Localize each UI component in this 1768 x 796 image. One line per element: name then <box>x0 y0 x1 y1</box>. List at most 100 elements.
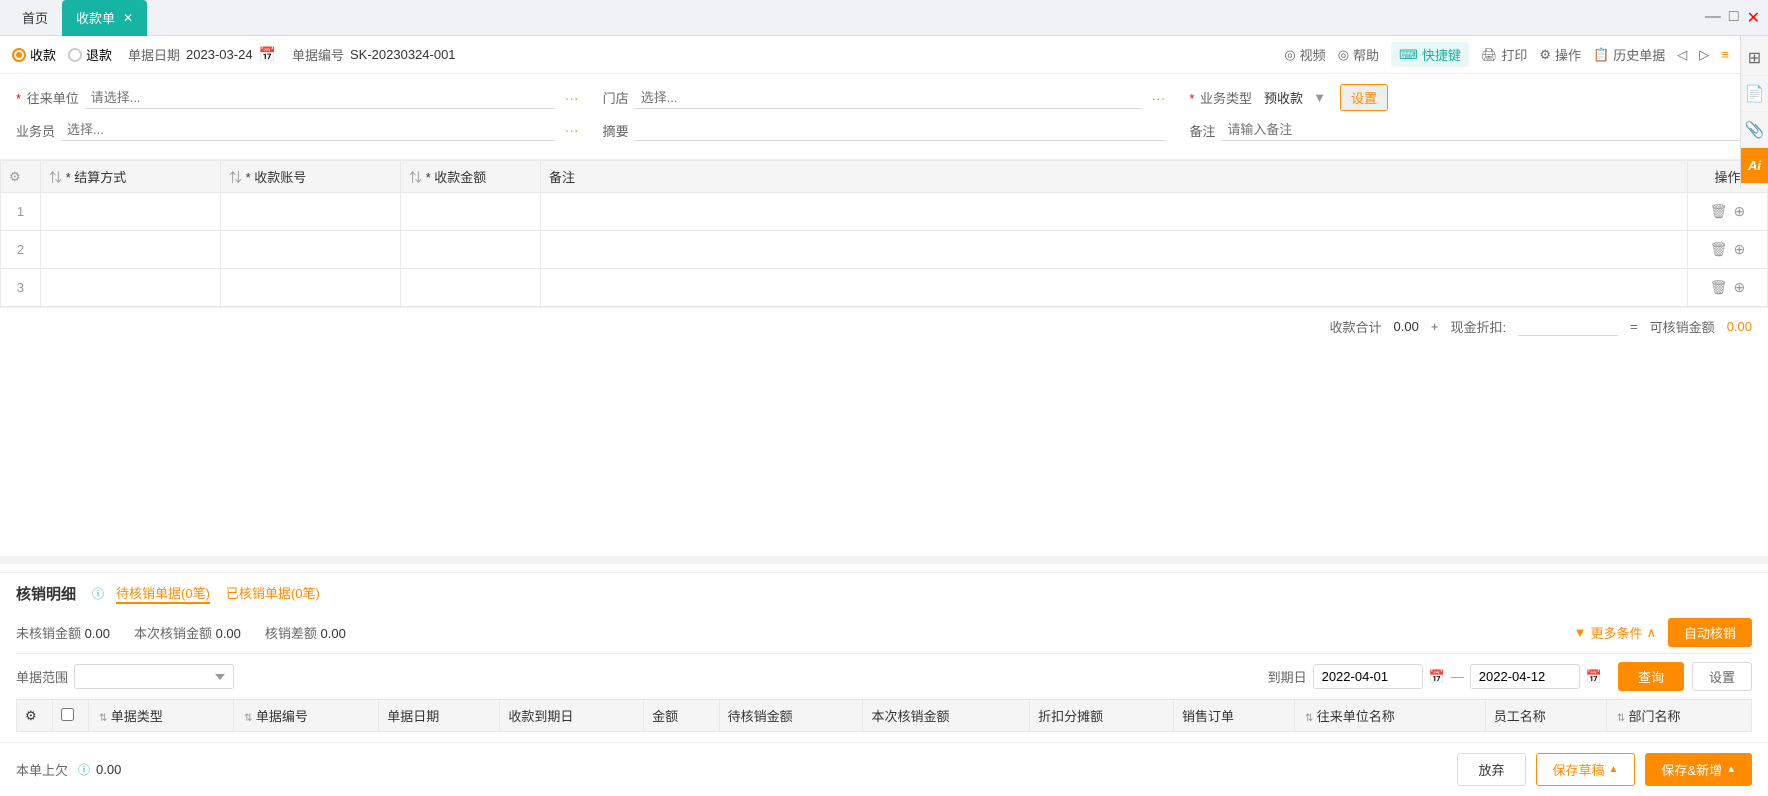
query-btn[interactable]: 查询 <box>1618 662 1684 691</box>
row-3-copy-icon[interactable]: ⊕ <box>1734 279 1746 296</box>
history-icon: 📋 <box>1593 47 1609 63</box>
row-3-delete-icon[interactable]: 🗑 <box>1710 279 1728 296</box>
more-conditions-btn[interactable]: ▼ 更多条件 ∧ <box>1574 623 1656 642</box>
duedate-from-input[interactable] <box>1313 664 1423 689</box>
layout-next-icon[interactable]: ▷ <box>1699 47 1709 63</box>
duedate-from-calendar-icon[interactable]: 📅 <box>1429 669 1445 685</box>
history-label: 历史单据 <box>1613 45 1665 64</box>
action-history[interactable]: 📋 历史单据 <box>1593 45 1665 64</box>
table-row: 1 🗑 ⊕ <box>1 193 1768 231</box>
counterparty-more-btn[interactable]: ··· <box>565 90 579 106</box>
row-1-amount[interactable] <box>401 193 541 231</box>
staff-more-btn[interactable]: ··· <box>565 122 579 138</box>
action-print[interactable]: 🖨 打印 <box>1481 45 1528 64</box>
layout-prev-icon[interactable]: ◁ <box>1677 47 1687 63</box>
bt-sort-dept-icon[interactable]: ⇅ <box>1617 713 1625 724</box>
tab-pending[interactable]: 待核销单据(0笔) <box>116 583 210 604</box>
save-new-btn[interactable]: 保存&新增 ▲ <box>1645 753 1752 786</box>
row-2-settle[interactable] <box>41 231 221 269</box>
bt-settings-icon[interactable]: ⚙ <box>25 708 37 723</box>
radio-receipt-label: 收款 <box>30 45 56 64</box>
row-2-remark[interactable] <box>541 231 1688 269</box>
tab-home[interactable]: 首页 <box>8 0 62 36</box>
counterparty-input[interactable] <box>85 87 555 109</box>
stat-diff: 核销差额 0.00 <box>265 623 346 642</box>
minimize-btn[interactable]: — <box>1705 8 1721 28</box>
tab-close-icon[interactable]: ✕ <box>123 11 133 25</box>
bt-sort-counterparty-icon[interactable]: ⇅ <box>1305 713 1313 724</box>
discount-label: 现金折扣: <box>1450 317 1506 336</box>
footer-info-icon[interactable]: ⓘ <box>78 761 90 778</box>
staff-input[interactable] <box>61 119 555 141</box>
bottom-table-wrap: ⚙ ⇅ 单据类型 ⇅ 单据编号 <box>16 699 1752 732</box>
store-more-btn[interactable]: ··· <box>1151 90 1165 106</box>
diff-value: 0.00 <box>321 626 346 641</box>
action-shortcut[interactable]: ⌨ 快捷键 <box>1391 42 1469 67</box>
row-2-copy-icon[interactable]: ⊕ <box>1734 241 1746 258</box>
sidebar-attachment-icon[interactable]: 📎 <box>1741 112 1768 148</box>
row-2-delete-icon[interactable]: 🗑 <box>1710 241 1728 258</box>
row-2-amount[interactable] <box>401 231 541 269</box>
save-draft-btn[interactable]: 保存草稿 ▲ <box>1536 753 1636 786</box>
calendar-icon[interactable]: 📅 <box>259 46 276 63</box>
row-3-account[interactable] <box>221 269 401 307</box>
action-video[interactable]: ◎ 视频 <box>1284 45 1325 64</box>
auto-verify-btn[interactable]: 自动核销 <box>1668 618 1752 647</box>
verify-settings-btn[interactable]: 设置 <box>1692 662 1752 691</box>
sidebar-document-icon[interactable]: 📄 <box>1741 76 1768 112</box>
maximize-btn[interactable]: □ <box>1729 8 1739 28</box>
radio-refund[interactable]: 退款 <box>68 45 112 64</box>
main-content: 收款 退款 单据日期 2023-03-24 📅 单据编号 SK-20230324… <box>0 36 1768 796</box>
save-new-caret-icon: ▲ <box>1726 764 1736 775</box>
row-3-amount[interactable] <box>401 269 541 307</box>
radio-refund-circle <box>68 48 82 62</box>
bt-sort-billno-icon[interactable]: ⇅ <box>244 713 252 724</box>
sidebar-table-icon[interactable]: ⊞ <box>1741 40 1768 76</box>
bt-col-gear: ⚙ <box>17 700 53 732</box>
radio-receipt[interactable]: 收款 <box>12 45 56 64</box>
range-select[interactable] <box>74 664 234 689</box>
select-all-checkbox[interactable] <box>61 708 74 721</box>
bt-col-counterparty: ⇅ 往来单位名称 <box>1295 700 1486 732</box>
help-label: 帮助 <box>1353 45 1379 64</box>
range-label: 单据范围 <box>16 667 68 686</box>
remarks-input[interactable] <box>1221 119 1752 141</box>
row-1-delete-icon[interactable]: 🗑 <box>1710 203 1728 220</box>
duedate-label: 到期日 <box>1268 667 1307 686</box>
duedate-to-calendar-icon[interactable]: 📅 <box>1586 669 1602 685</box>
video-label: 视频 <box>1300 45 1326 64</box>
verify-tabs: 待核销单据(0笔) 已核销单据(0笔) <box>116 583 320 604</box>
receipt-type-group: 收款 退款 <box>12 45 112 64</box>
bt-sort-billtype-icon[interactable]: ⇅ <box>99 713 107 724</box>
verify-info-icon[interactable]: ⓘ <box>92 585 104 602</box>
abandon-btn[interactable]: 放弃 <box>1457 753 1525 786</box>
row-1-account[interactable] <box>221 193 401 231</box>
action-help[interactable]: ◎ 帮助 <box>1338 45 1379 64</box>
form-settings-btn[interactable]: 设置 <box>1340 84 1388 111</box>
discount-input[interactable] <box>1518 316 1618 336</box>
row-1-settle[interactable] <box>41 193 221 231</box>
bt-col-discount: 折扣分摊额 <box>1030 700 1174 732</box>
duedate-to-input[interactable] <box>1470 664 1580 689</box>
row-1-copy-icon[interactable]: ⊕ <box>1734 203 1746 220</box>
row-3-remark[interactable] <box>541 269 1688 307</box>
business-type-dropdown-icon[interactable]: ▼ <box>1313 90 1326 105</box>
layout-list-icon[interactable]: ≡ <box>1721 47 1729 62</box>
bt-col-checkbox <box>53 700 89 732</box>
sidebar-scan-icon[interactable]: Ai <box>1741 148 1768 184</box>
row-2-account[interactable] <box>221 231 401 269</box>
col-settle-arrows: ⇅ <box>49 170 62 185</box>
action-operate[interactable]: ⚙ 操作 <box>1539 45 1581 64</box>
row-1-remark[interactable] <box>541 193 1688 231</box>
tab-done[interactable]: 已核销单据(0笔) <box>226 583 320 604</box>
table-settings-icon[interactable]: ⚙ <box>9 169 21 184</box>
summary-input[interactable] <box>635 119 1166 141</box>
row-3-settle[interactable] <box>41 269 221 307</box>
store-input[interactable] <box>635 87 1142 109</box>
col-account-arrows: ⇅ <box>229 170 242 185</box>
close-btn[interactable]: ✕ <box>1747 8 1760 28</box>
row-1-actions: 🗑 ⊕ <box>1688 193 1768 231</box>
tab-receipt[interactable]: 收款单 ✕ <box>62 0 147 36</box>
row-3-actions: 🗑 ⊕ <box>1688 269 1768 307</box>
bt-col-billtype: ⇅ 单据类型 <box>89 700 234 732</box>
